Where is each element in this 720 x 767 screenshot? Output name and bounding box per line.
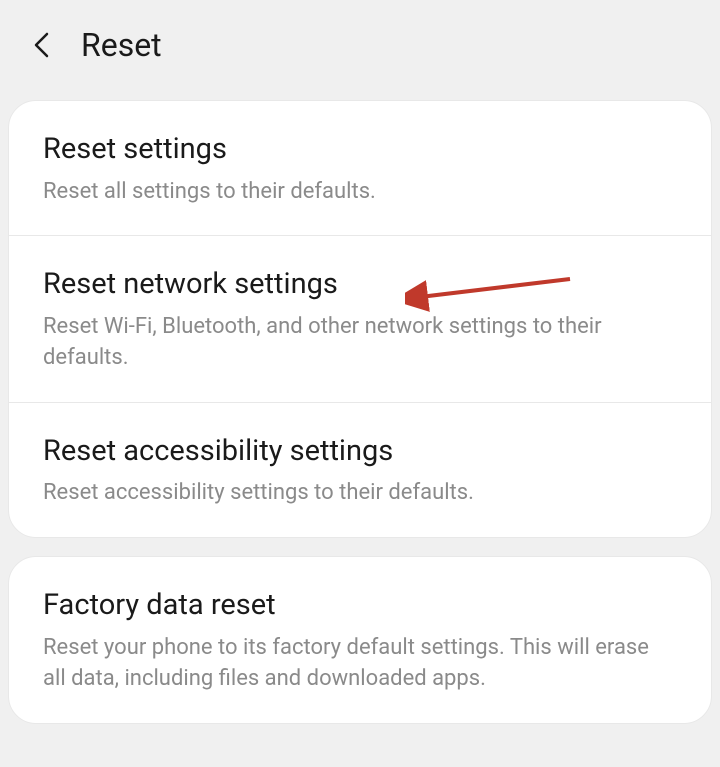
option-description: Reset all settings to their defaults. bbox=[43, 177, 677, 208]
reset-network-settings-option[interactable]: Reset network settings Reset Wi-Fi, Blue… bbox=[9, 235, 711, 401]
factory-data-reset-option[interactable]: Factory data reset Reset your phone to i… bbox=[9, 557, 711, 722]
option-title: Reset accessibility settings bbox=[43, 433, 677, 471]
option-description: Reset Wi-Fi, Bluetooth, and other networ… bbox=[43, 312, 677, 374]
option-title: Reset network settings bbox=[43, 266, 677, 304]
back-icon[interactable] bbox=[30, 32, 56, 58]
option-description: Reset your phone to its factory default … bbox=[43, 633, 677, 695]
option-title: Reset settings bbox=[43, 131, 677, 169]
reset-options-group-1: Reset settings Reset all settings to the… bbox=[8, 100, 712, 538]
header: Reset bbox=[0, 0, 720, 90]
reset-accessibility-settings-option[interactable]: Reset accessibility settings Reset acces… bbox=[9, 402, 711, 537]
page-title: Reset bbox=[81, 26, 162, 64]
reset-settings-option[interactable]: Reset settings Reset all settings to the… bbox=[9, 101, 711, 235]
option-title: Factory data reset bbox=[43, 587, 677, 625]
option-description: Reset accessibility settings to their de… bbox=[43, 478, 677, 509]
reset-options-group-2: Factory data reset Reset your phone to i… bbox=[8, 556, 712, 723]
